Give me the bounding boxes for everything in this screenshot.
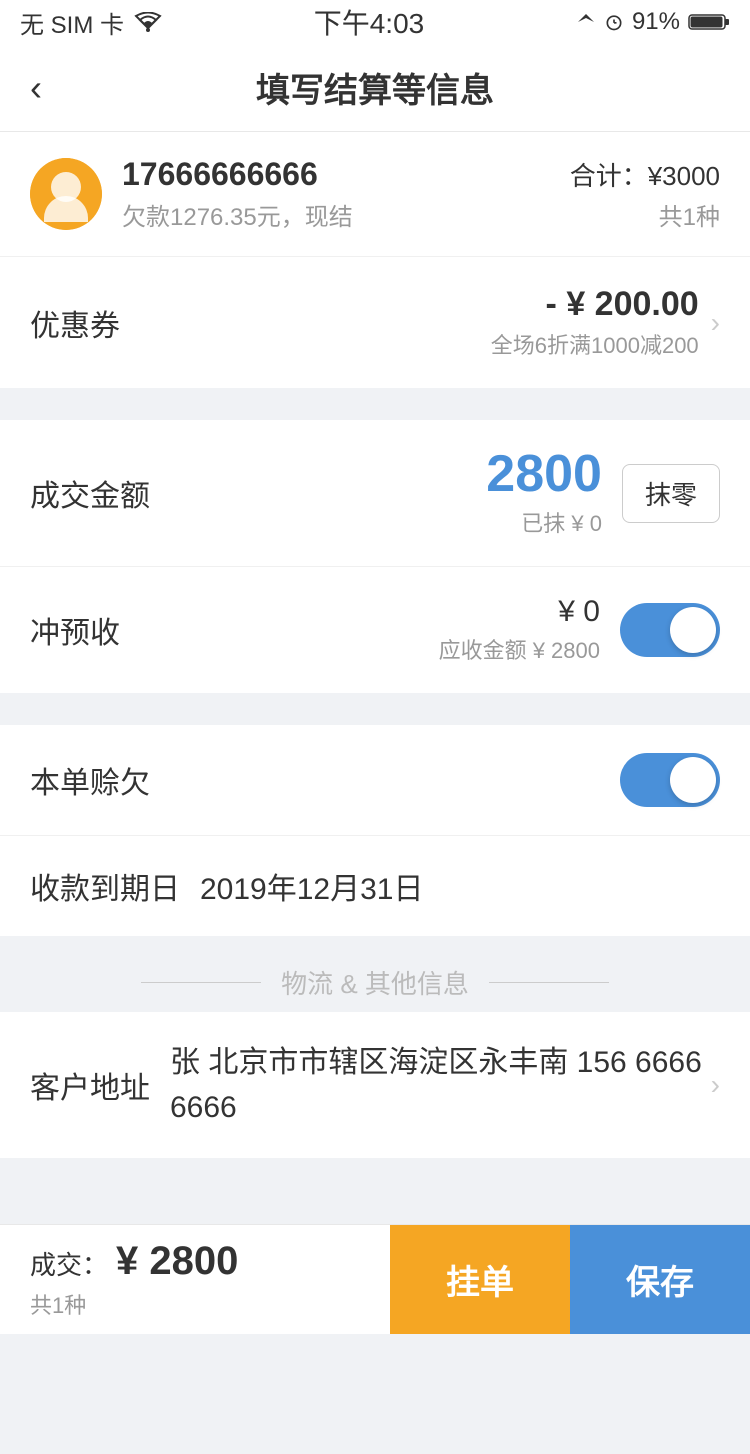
nav-bar: ‹ 填写结算等信息 [0,44,750,132]
address-label: 客户地址 [30,1063,150,1107]
debt-toggle[interactable] [620,753,720,807]
customer-card: 17666666666 欠款1276.35元，现结 合计：¥3000 共1种 优… [0,132,750,388]
location-icon [576,12,596,32]
prepay-sub: 应收金额 ¥ 2800 [439,633,600,665]
customer-row: 17666666666 欠款1276.35元，现结 合计：¥3000 共1种 [0,132,750,256]
duedate-label: 收款到期日 [30,864,180,908]
page-title: 填写结算等信息 [256,63,494,112]
coupon-right: - ¥ 200.00 全场6折满1000减200 › [491,285,720,360]
back-button[interactable]: ‹ [30,67,42,109]
summary-count: 共1种 [30,1288,360,1320]
summary-amount: ¥ 2800 [116,1239,238,1284]
chevron-right-icon: › [711,307,720,339]
customer-phone: 17666666666 [122,156,353,193]
amount-right: 2800 已抹 ¥ 0 抹零 [486,448,720,538]
prepay-value: ¥ 0 [439,595,600,629]
address-chevron-icon: › [711,1069,720,1101]
status-time: 下午4:03 [314,2,425,42]
address-card: 客户地址 张 北京市市辖区海淀区永丰南 156 6666 6666 › [0,1012,750,1158]
prepay-label: 冲预收 [30,608,120,652]
status-bar: 无 SIM 卡 下午4:03 91% [0,0,750,44]
address-value: 张 北京市市辖区海淀区永丰南 156 6666 6666 [170,1040,711,1130]
coupon-row[interactable]: 优惠券 - ¥ 200.00 全场6折满1000减200 › [0,256,750,388]
status-left: 无 SIM 卡 [20,5,162,40]
summary-label: 成交： [30,1245,108,1282]
prepay-amount-block: ¥ 0 应收金额 ¥ 2800 [439,595,600,665]
duedate-value: 2019年12月31日 [200,864,423,908]
wifi-icon [134,12,162,32]
separator-2 [0,709,750,725]
alarm-icon [604,12,624,32]
bottom-summary-top: 成交： ¥ 2800 [30,1239,360,1284]
round-button[interactable]: 抹零 [622,464,720,523]
battery-percent: 91% [632,8,680,36]
prepay-toggle[interactable] [620,603,720,657]
hold-button[interactable]: 挂单 [390,1225,570,1334]
save-button[interactable]: 保存 [570,1225,750,1334]
coupon-label: 优惠券 [30,301,120,345]
prepay-row: 冲预收 ¥ 0 应收金额 ¥ 2800 [30,595,720,665]
coupon-discount: - ¥ 200.00 [491,285,699,324]
debt-label: 本单赊欠 [30,758,150,802]
customer-debt: 欠款1276.35元，现结 [122,197,353,232]
amount-label: 成交金额 [30,471,150,515]
amount-card: 成交金额 2800 已抹 ¥ 0 抹零 冲预收 ¥ 0 应收金额 ¥ 2800 [0,420,750,693]
bottom-bar: 成交： ¥ 2800 共1种 挂单 保存 [0,1224,750,1334]
avatar [30,158,102,230]
debt-card: 本单赊欠 收款到期日 2019年12月31日 [0,725,750,936]
prepay-section: 冲预收 ¥ 0 应收金额 ¥ 2800 [0,566,750,693]
debt-section: 本单赊欠 [0,725,750,835]
address-section[interactable]: 客户地址 张 北京市市辖区海淀区永丰南 156 6666 6666 › [0,1012,750,1158]
prepay-right: ¥ 0 应收金额 ¥ 2800 [439,595,720,665]
amount-section: 成交金额 2800 已抹 ¥ 0 抹零 [0,420,750,566]
coupon-info: - ¥ 200.00 全场6折满1000减200 [491,285,699,360]
avatar-image [30,158,102,230]
sim-status: 无 SIM 卡 [20,5,124,40]
battery-icon [688,12,730,32]
customer-info: 17666666666 欠款1276.35元，现结 [122,156,353,232]
logistics-divider: 物流 & 其他信息 [0,952,750,1012]
customer-right: 合计：¥3000 共1种 [570,156,720,232]
status-right: 91% [576,8,730,36]
total-count: 共1种 [570,197,720,232]
duedate-section: 收款到期日 2019年12月31日 [0,835,750,936]
customer-left: 17666666666 欠款1276.35元，现结 [30,156,353,232]
coupon-desc: 全场6折满1000减200 [491,328,699,360]
amount-sub: 已抹 ¥ 0 [486,506,602,538]
amount-value: 2800 [486,448,602,500]
total-label: 合计：¥3000 [570,156,720,193]
amount-row: 成交金额 2800 已抹 ¥ 0 抹零 [30,448,720,538]
logistics-text: 物流 & 其他信息 [141,964,609,1001]
amount-block: 2800 已抹 ¥ 0 [486,448,602,538]
separator-1 [0,404,750,420]
bottom-summary: 成交： ¥ 2800 共1种 [0,1225,390,1334]
